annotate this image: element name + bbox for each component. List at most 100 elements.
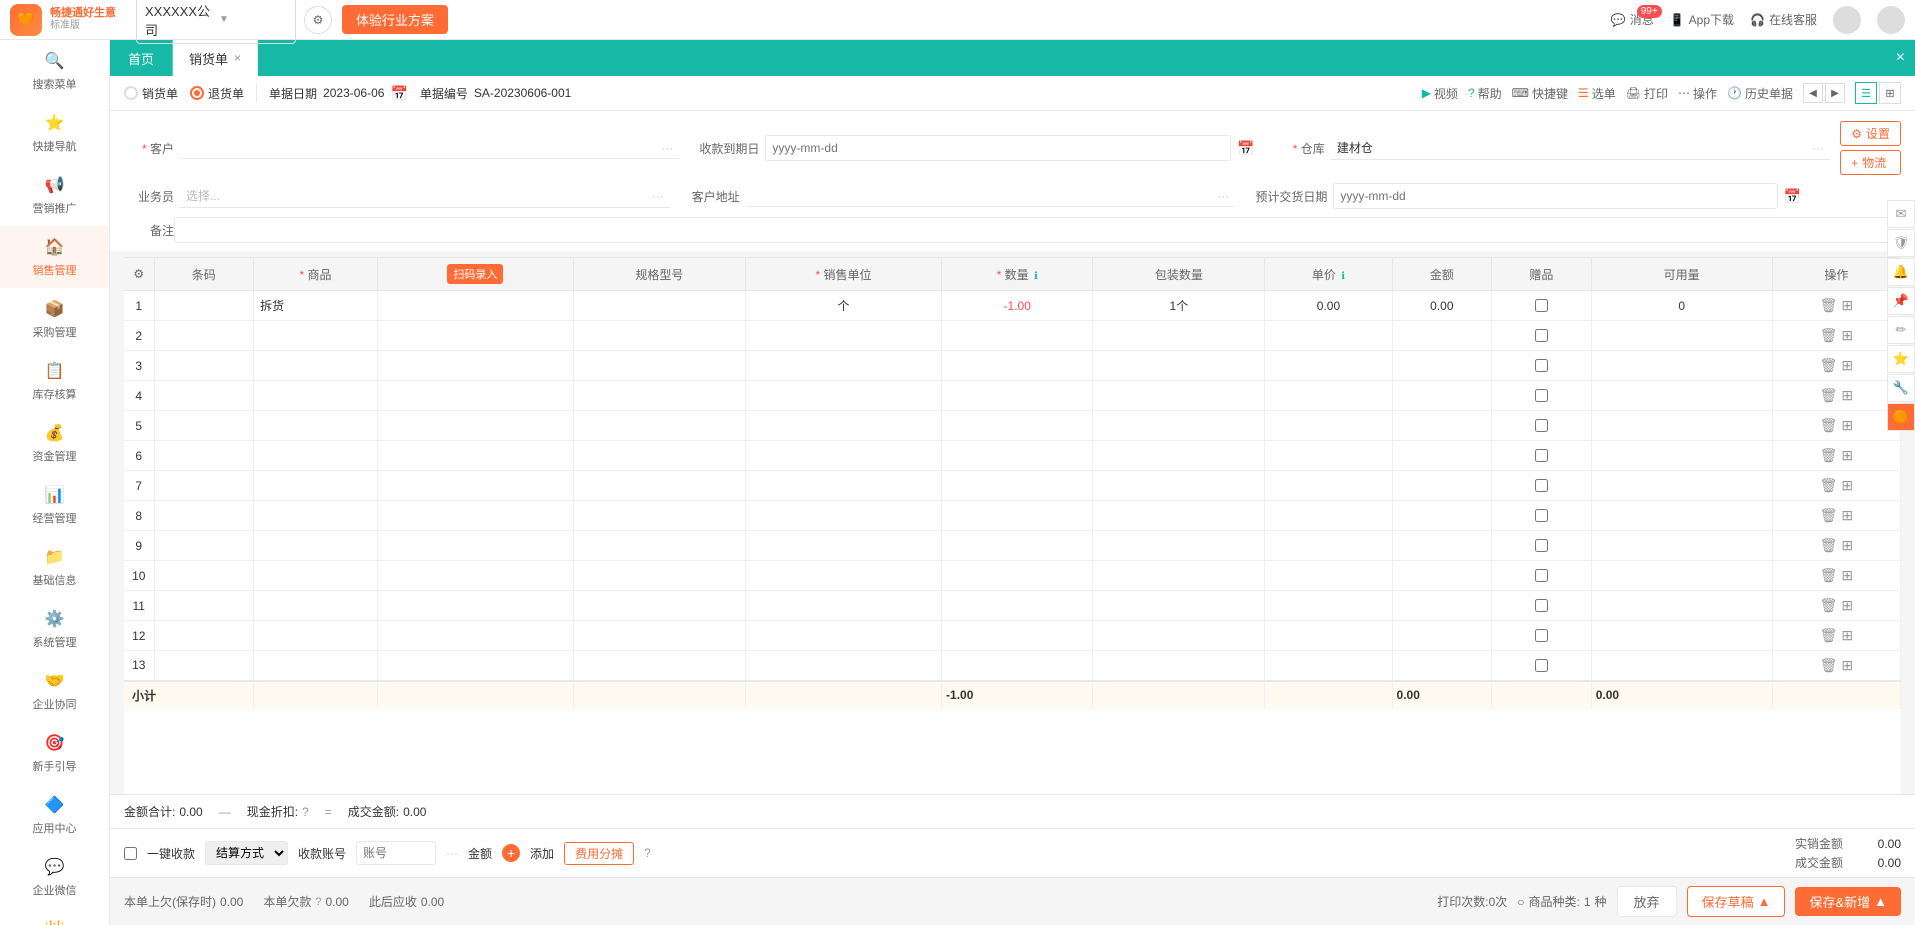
rf-pin-btn[interactable]: 📌 bbox=[1887, 287, 1915, 315]
row-barcode[interactable] bbox=[154, 621, 254, 651]
select-btn[interactable]: ☰ 选单 bbox=[1578, 85, 1616, 102]
row-pack-qty[interactable] bbox=[1093, 621, 1265, 651]
row-product[interactable]: 拆货 bbox=[254, 291, 378, 321]
row-price[interactable] bbox=[1265, 471, 1392, 501]
row-amount[interactable] bbox=[1392, 591, 1492, 621]
row-price[interactable] bbox=[1265, 531, 1392, 561]
radio-sales[interactable]: 销货单 bbox=[124, 85, 178, 102]
abandon-button[interactable]: 放弃 bbox=[1617, 886, 1677, 917]
row-gift[interactable] bbox=[1492, 531, 1592, 561]
row-qty[interactable]: -1.00 bbox=[942, 291, 1093, 321]
row-spec[interactable] bbox=[573, 531, 745, 561]
row-barcode[interactable] bbox=[154, 471, 254, 501]
row-unit[interactable] bbox=[745, 471, 941, 501]
row-pack-qty[interactable] bbox=[1093, 531, 1265, 561]
row-price[interactable]: 0.00 bbox=[1265, 291, 1392, 321]
list-view-btn[interactable]: ☰ bbox=[1855, 82, 1877, 104]
row-price[interactable] bbox=[1265, 351, 1392, 381]
row-gift[interactable] bbox=[1492, 591, 1592, 621]
row-unit[interactable] bbox=[745, 351, 941, 381]
row-delete-btn[interactable]: 🗑 bbox=[1820, 627, 1838, 644]
row-unit[interactable] bbox=[745, 561, 941, 591]
row-product[interactable] bbox=[254, 501, 378, 531]
row-spec[interactable] bbox=[573, 381, 745, 411]
row-barcode[interactable] bbox=[154, 351, 254, 381]
row-copy-btn[interactable]: ⊞ bbox=[1841, 597, 1853, 614]
row-qty[interactable] bbox=[942, 471, 1093, 501]
row-unit[interactable] bbox=[745, 651, 941, 681]
row-product[interactable] bbox=[254, 471, 378, 501]
row-price[interactable] bbox=[1265, 651, 1392, 681]
row-copy-btn[interactable]: ⊞ bbox=[1841, 567, 1853, 584]
row-barcode[interactable] bbox=[154, 501, 254, 531]
rf-orange-btn[interactable]: 🟠 bbox=[1887, 403, 1915, 431]
row-amount[interactable] bbox=[1392, 531, 1492, 561]
expected-date-cal-icon[interactable]: 📅 bbox=[1784, 188, 1801, 205]
row-gift[interactable] bbox=[1492, 471, 1592, 501]
row-delete-btn[interactable]: 🗑 bbox=[1820, 387, 1838, 404]
row-pack-qty[interactable] bbox=[1093, 351, 1265, 381]
sidebar-item-quicknav[interactable]: ⭐ 快捷导航 bbox=[0, 102, 109, 164]
row-amount[interactable] bbox=[1392, 501, 1492, 531]
row-qty[interactable] bbox=[942, 651, 1093, 681]
row-copy-btn[interactable]: ⊞ bbox=[1841, 327, 1853, 344]
row-spec[interactable] bbox=[573, 501, 745, 531]
customer-addr-input[interactable]: ··· bbox=[746, 186, 1236, 207]
logistics-btn[interactable]: + 物流 bbox=[1840, 150, 1901, 175]
row-price[interactable] bbox=[1265, 321, 1392, 351]
rf-bell-btn[interactable]: 🔔 bbox=[1887, 258, 1915, 286]
row-copy-btn[interactable]: ⊞ bbox=[1841, 537, 1853, 554]
sidebar-item-member[interactable]: 👑 畅会员 bbox=[0, 908, 109, 925]
row-qty[interactable] bbox=[942, 351, 1093, 381]
row-delete-btn[interactable]: 🗑 bbox=[1820, 567, 1838, 584]
row-pack-qty[interactable] bbox=[1093, 561, 1265, 591]
row-product[interactable] bbox=[254, 411, 378, 441]
sidebar-item-guide[interactable]: 🎯 新手引导 bbox=[0, 722, 109, 784]
row-barcode[interactable] bbox=[154, 651, 254, 681]
row-barcode[interactable] bbox=[154, 291, 254, 321]
row-delete-btn[interactable]: 🗑 bbox=[1820, 357, 1838, 374]
row-amount[interactable] bbox=[1392, 321, 1492, 351]
row-amount[interactable] bbox=[1392, 561, 1492, 591]
row-spec[interactable] bbox=[573, 561, 745, 591]
row-gift[interactable] bbox=[1492, 351, 1592, 381]
row-pack-qty[interactable] bbox=[1093, 441, 1265, 471]
row-spec[interactable] bbox=[573, 321, 745, 351]
app-download-button[interactable]: 📱 App下载 bbox=[1670, 11, 1734, 28]
debt-help-icon[interactable]: ? bbox=[315, 896, 321, 908]
row-spec[interactable] bbox=[573, 621, 745, 651]
account-input[interactable] bbox=[356, 841, 436, 865]
user-avatar2[interactable] bbox=[1877, 6, 1905, 34]
expense-btn[interactable]: 费用分摊 bbox=[564, 842, 634, 865]
row-qty[interactable] bbox=[942, 531, 1093, 561]
tab-sales-order[interactable]: 销货单 × bbox=[173, 40, 258, 76]
row-amount[interactable] bbox=[1392, 381, 1492, 411]
row-price[interactable] bbox=[1265, 621, 1392, 651]
row-pack-qty[interactable] bbox=[1093, 411, 1265, 441]
row-pack-qty[interactable] bbox=[1093, 321, 1265, 351]
row-copy-btn[interactable]: ⊞ bbox=[1841, 447, 1853, 464]
customer-input[interactable]: ··· bbox=[180, 138, 679, 159]
row-product[interactable] bbox=[254, 561, 378, 591]
row-qty[interactable] bbox=[942, 411, 1093, 441]
row-product[interactable] bbox=[254, 591, 378, 621]
print-btn[interactable]: 🖨 打印 bbox=[1626, 85, 1668, 102]
expected-date-input[interactable] bbox=[1333, 183, 1777, 209]
row-delete-btn[interactable]: 🗑 bbox=[1820, 327, 1838, 344]
row-qty[interactable] bbox=[942, 561, 1093, 591]
sidebar-item-system[interactable]: ⚙️ 系统管理 bbox=[0, 598, 109, 660]
row-amount[interactable] bbox=[1392, 651, 1492, 681]
row-barcode[interactable] bbox=[154, 591, 254, 621]
save-draft-button[interactable]: 保存草稿 ▲ bbox=[1687, 886, 1786, 917]
scan-enter-btn[interactable]: 扫码录入 bbox=[447, 264, 503, 284]
row-spec[interactable] bbox=[573, 411, 745, 441]
row-price[interactable] bbox=[1265, 501, 1392, 531]
row-copy-btn[interactable]: ⊞ bbox=[1841, 627, 1853, 644]
row-price[interactable] bbox=[1265, 411, 1392, 441]
sidebar-item-finance[interactable]: 💰 资金管理 bbox=[0, 412, 109, 474]
row-barcode[interactable] bbox=[154, 441, 254, 471]
row-qty[interactable] bbox=[942, 441, 1093, 471]
row-qty[interactable] bbox=[942, 501, 1093, 531]
remark-input[interactable] bbox=[174, 217, 1901, 243]
row-copy-btn[interactable]: ⊞ bbox=[1841, 657, 1853, 674]
